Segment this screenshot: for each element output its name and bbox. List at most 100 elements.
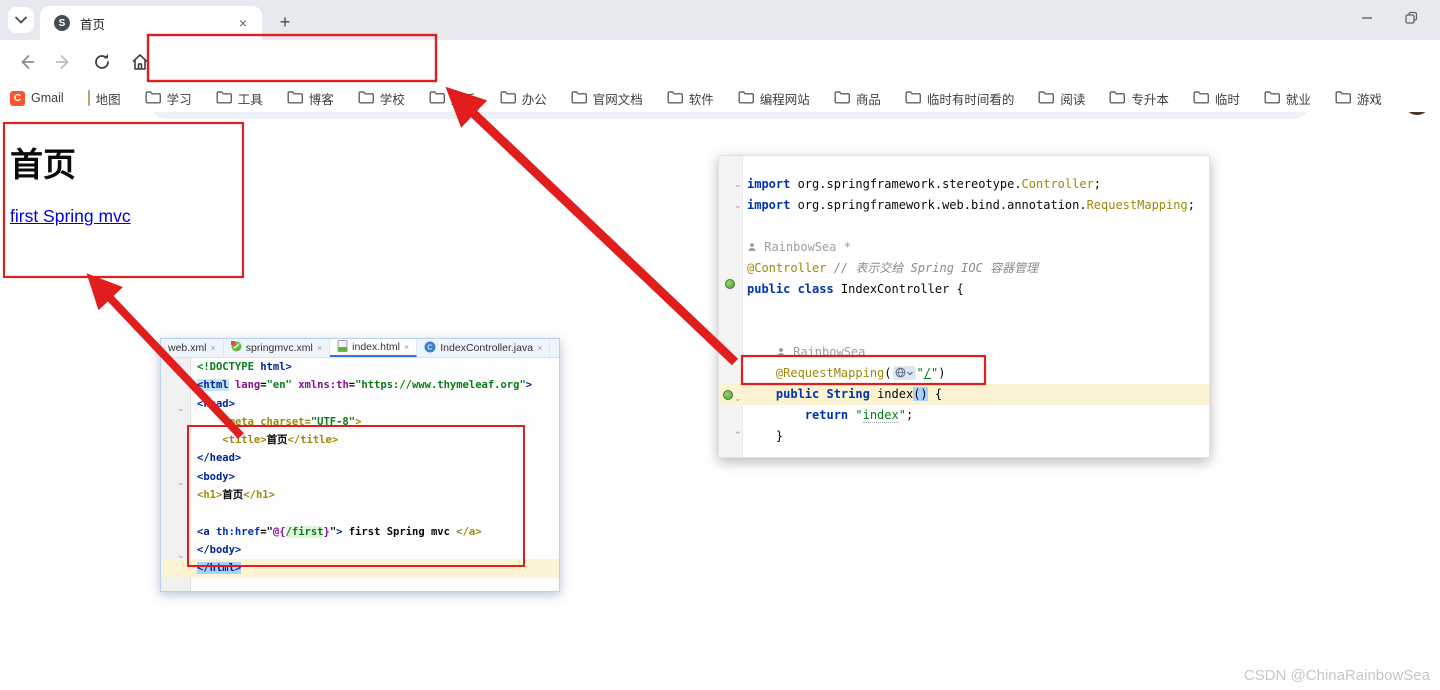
bookmark-item[interactable]: C Gmail bbox=[10, 90, 64, 106]
bookmark-label: 学校 bbox=[379, 92, 405, 107]
globe-icon bbox=[892, 365, 917, 380]
code-line: import org.springframework.web.bind.anno… bbox=[747, 198, 1195, 212]
bookmark-label: 商品 bbox=[855, 92, 881, 107]
folder-icon bbox=[1335, 90, 1351, 107]
folder-icon bbox=[905, 90, 921, 107]
bookmark-item[interactable]: 办公 bbox=[500, 89, 547, 108]
code-line: <head> bbox=[197, 397, 235, 410]
editor-tab-label: springmvc.xml bbox=[245, 342, 313, 354]
folder-icon bbox=[667, 90, 683, 107]
folder-icon bbox=[1264, 90, 1280, 107]
minimize-icon[interactable] bbox=[1360, 11, 1374, 30]
close-icon[interactable]: × bbox=[537, 343, 542, 353]
bookmark-label: 游戏 bbox=[1356, 92, 1382, 107]
bookmark-item[interactable]: 学习 bbox=[145, 89, 192, 108]
bookmark-item[interactable]: 工具 bbox=[216, 89, 263, 108]
fold-icon[interactable]: ⌃ bbox=[734, 431, 742, 440]
tab-list-chevron-button[interactable] bbox=[8, 7, 34, 33]
spring-bean-icon[interactable] bbox=[723, 390, 733, 400]
folder-icon bbox=[571, 90, 587, 107]
new-tab-button[interactable]: + bbox=[272, 9, 298, 35]
editor-code-area[interactable]: import org.springframework.stereotype.Co… bbox=[719, 156, 1209, 457]
folder-icon bbox=[834, 90, 850, 107]
bookmark-item[interactable]: 编程网站 bbox=[738, 89, 810, 108]
code-line: <h1>首页</h1> bbox=[197, 489, 275, 502]
spring-bean-icon[interactable] bbox=[725, 279, 735, 289]
bookmark-item[interactable]: 娱乐 bbox=[429, 89, 476, 108]
bookmark-label: 临时有时间看的 bbox=[926, 92, 1015, 107]
home-icon[interactable] bbox=[128, 50, 152, 74]
folder-icon bbox=[216, 90, 232, 107]
bookmark-label: 博客 bbox=[308, 92, 334, 107]
fold-icon[interactable]: ⌄ bbox=[734, 180, 742, 189]
bookmark-label: 软件 bbox=[688, 92, 714, 107]
spring-file-icon bbox=[230, 341, 242, 355]
bookmark-label: 临时 bbox=[1214, 92, 1240, 107]
close-icon[interactable]: × bbox=[317, 343, 322, 353]
fold-icon[interactable]: ⌄ bbox=[734, 201, 742, 210]
bookmark-item[interactable]: 官网文档 bbox=[571, 89, 643, 108]
bookmark-label: 官网文档 bbox=[592, 92, 643, 107]
editor-tab[interactable]: springmvc.xml × bbox=[224, 339, 331, 357]
bookmark-label: 学习 bbox=[166, 92, 192, 107]
restore-icon[interactable] bbox=[1404, 11, 1418, 30]
bookmark-item[interactable]: 阅读 bbox=[1038, 89, 1085, 108]
first-spring-mvc-link[interactable]: first Spring mvc bbox=[10, 206, 131, 227]
folder-icon bbox=[429, 90, 445, 107]
bookmark-item[interactable]: 游戏 bbox=[1335, 89, 1382, 108]
bookmark-item[interactable]: 就业 bbox=[1264, 89, 1311, 108]
folder-icon bbox=[287, 90, 303, 107]
bookmark-item[interactable]: 博客 bbox=[287, 89, 334, 108]
reload-icon[interactable] bbox=[90, 50, 114, 74]
bookmark-item[interactable]: 商品 bbox=[834, 89, 881, 108]
author-icon bbox=[747, 242, 757, 252]
bookmark-label: 阅读 bbox=[1060, 92, 1086, 107]
code-line: return "index"; bbox=[804, 408, 914, 423]
bookmark-item[interactable]: 软件 bbox=[667, 89, 714, 108]
code-line: import org.springframework.stereotype.Co… bbox=[747, 177, 1102, 191]
bookmark-item[interactable]: 地图 bbox=[87, 89, 121, 108]
code-line: </html> bbox=[161, 559, 559, 578]
code-line: <html lang="en" xmlns:th="https://www.th… bbox=[197, 379, 533, 392]
browser-toolbar: http://localhost:8080/springmvc/ bbox=[0, 40, 1440, 119]
bookmark-item[interactable]: 临时有时间看的 bbox=[905, 89, 1015, 108]
page-title: 首页 bbox=[10, 146, 76, 183]
bookmark-item[interactable]: 专升本 bbox=[1109, 89, 1169, 108]
editor-tab-label: IndexController.java bbox=[440, 342, 534, 354]
window-controls bbox=[1360, 0, 1440, 40]
bookmark-label: 编程网站 bbox=[759, 92, 810, 107]
bookmark-label: 地图 bbox=[95, 92, 121, 107]
editor-tab-bar: web.xml × springmvc.xml × index.html × C IndexC… bbox=[161, 339, 559, 358]
code-line: @Controller // 表示交给 Spring IOC 容器管理 bbox=[747, 261, 1039, 275]
code-line: <!DOCTYPE html> bbox=[197, 361, 292, 373]
tab-strip: S 首页 × + bbox=[0, 0, 1440, 40]
editor-tab[interactable]: web.xml × bbox=[161, 339, 224, 357]
browser-tab[interactable]: S 首页 × bbox=[40, 6, 262, 40]
bookmark-item[interactable]: 临时 bbox=[1193, 89, 1240, 108]
bookmark-label: 工具 bbox=[237, 92, 263, 107]
code-line: <meta charset="UTF-8"> bbox=[222, 415, 362, 428]
code-line: } bbox=[775, 429, 784, 443]
editor-tab[interactable]: index.html × bbox=[330, 339, 418, 357]
close-icon[interactable]: × bbox=[211, 343, 216, 353]
html-file-icon bbox=[337, 339, 348, 355]
close-tab-icon[interactable]: × bbox=[234, 14, 252, 32]
back-icon[interactable] bbox=[14, 50, 38, 74]
code-line: </body> bbox=[197, 543, 242, 556]
folder-icon bbox=[358, 90, 374, 107]
folder-icon bbox=[1109, 90, 1126, 107]
close-icon[interactable]: × bbox=[404, 342, 409, 352]
editor-tab[interactable]: C IndexController.java × bbox=[417, 339, 551, 357]
bookmark-item[interactable]: 学校 bbox=[358, 89, 405, 108]
fold-icon[interactable]: ⌄ bbox=[734, 394, 742, 403]
forward-icon[interactable] bbox=[52, 50, 76, 74]
editor-tab-label: web.xml bbox=[168, 342, 207, 354]
bookmark-label: 办公 bbox=[521, 92, 547, 107]
editor-code-area[interactable]: <!DOCTYPE html> <html lang="en" xmlns:th=… bbox=[161, 358, 559, 591]
folder-icon bbox=[500, 90, 516, 107]
svg-text:C: C bbox=[428, 342, 434, 351]
